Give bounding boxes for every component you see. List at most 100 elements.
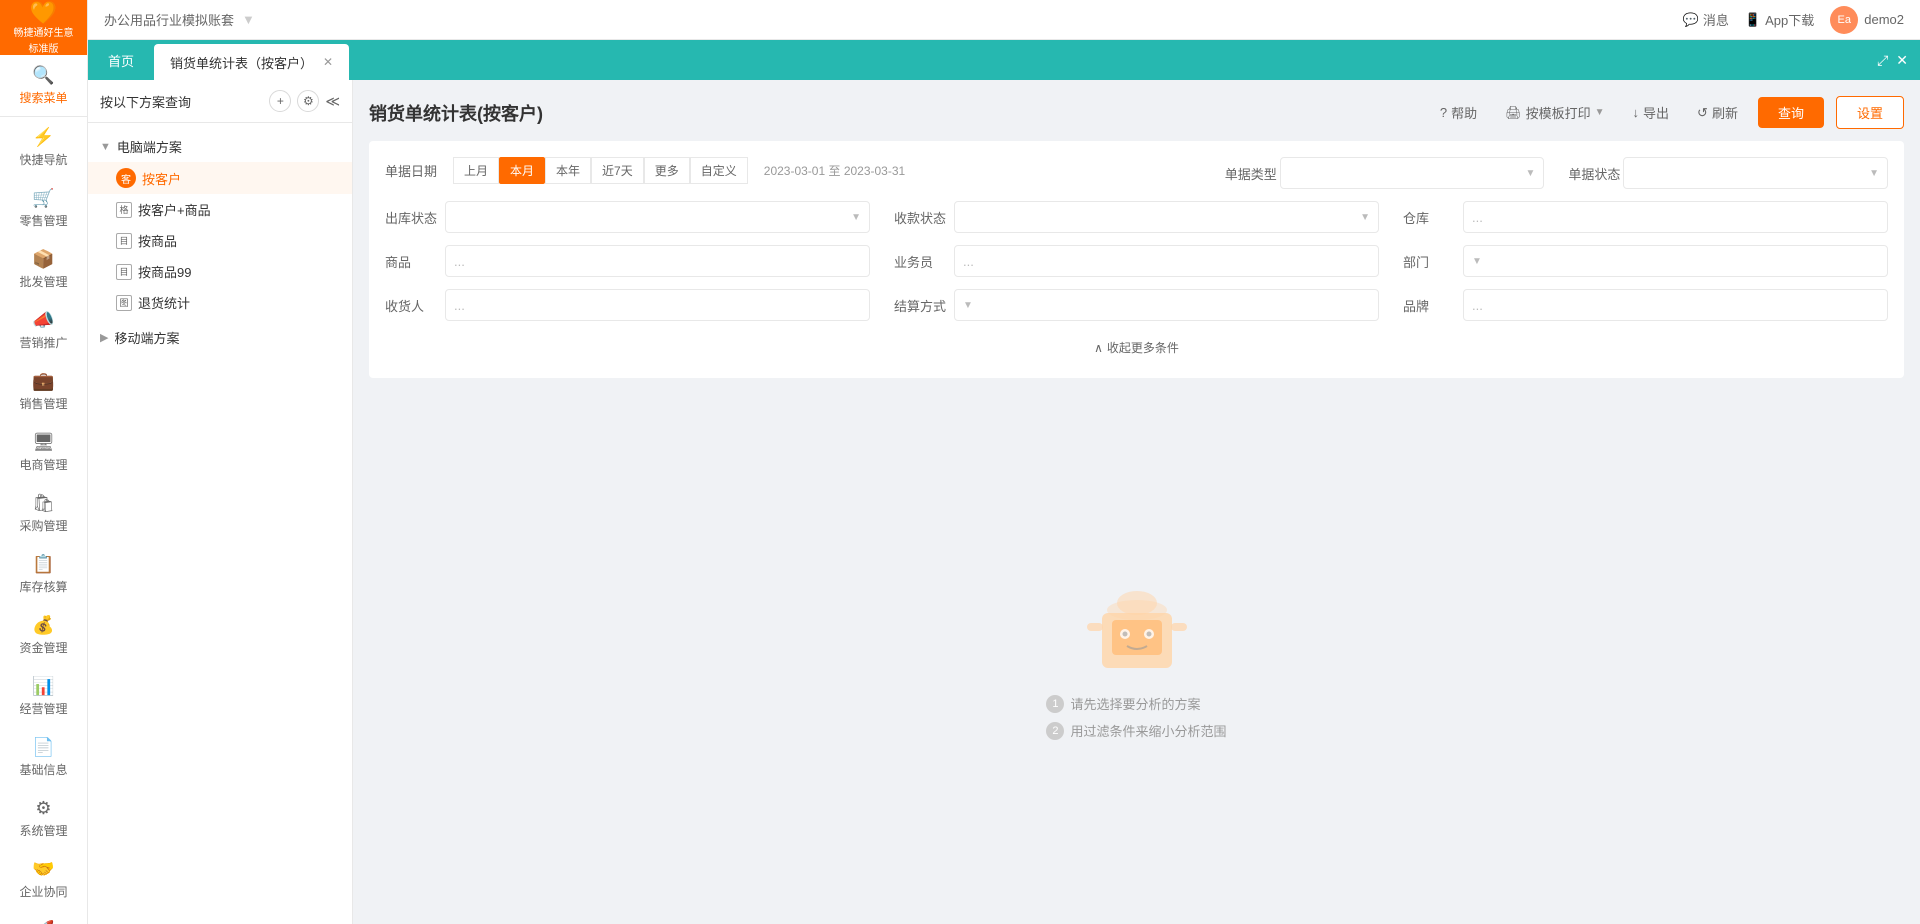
scheme-return-stat[interactable]: 图 退货统计 (88, 287, 352, 318)
quick-nav-icon: ⚡ (32, 127, 54, 148)
out-status-filter: 出库状态 ▼ (385, 201, 870, 233)
tip1-text: 请先选择要分析的方案 (1070, 694, 1200, 713)
edit-scheme-btn[interactable]: ⚙ (297, 90, 319, 112)
export-btn[interactable]: ↓ 导出 (1625, 99, 1678, 126)
empty-svg-icon (1077, 558, 1197, 678)
help-btn[interactable]: ? 帮助 (1432, 99, 1485, 126)
content-wrapper: 按以下方案查询 + ⚙ ≪ ▼ 电脑端方案 (88, 80, 1920, 924)
close-window-icon[interactable]: ✕ (1896, 52, 1908, 69)
date-btn-last-7[interactable]: 近7天 (591, 157, 644, 184)
main-area: 办公用品行业模拟账套 ▼ 💬 消息 📱 App下载 Ea demo2 首页 销货… (88, 0, 1920, 924)
empty-illustration (1077, 558, 1197, 678)
help-icon: ? (1440, 105, 1447, 120)
sidebar-item-system-mgmt[interactable]: ⚙ 系统管理 (0, 788, 88, 849)
date-selector: 上月 本月 本年 近7天 (453, 157, 748, 184)
sales-mgmt-icon: 💼 (32, 371, 54, 392)
date-btn-custom[interactable]: 自定义 (690, 157, 748, 184)
settle-filter: 结算方式 ▼ (894, 289, 1379, 321)
sidebar-item-sales-mgmt[interactable]: 💼 销售管理 (0, 361, 88, 422)
sidebar-label-ecom-mgmt: 电商管理 (19, 456, 67, 473)
tab-home-label: 首页 (108, 51, 134, 70)
date-btn-more[interactable]: 更多 (644, 157, 690, 184)
scheme-by-goods-99[interactable]: 目 按商品99 (88, 256, 352, 287)
tab-bar: 首页 销货单统计表（按客户） ✕ ⤢ ✕ (88, 40, 1920, 80)
inventory-check-icon: 📋 (32, 554, 54, 575)
tab-sales-stat[interactable]: 销货单统计表（按客户） ✕ (154, 44, 349, 80)
print-icon: 🖨 (1505, 105, 1522, 121)
message-btn[interactable]: 💬 消息 (1683, 10, 1729, 29)
status-select[interactable]: ▼ (1623, 157, 1888, 189)
empty-state: 1 请先选择要分析的方案 2 用过滤条件来缩小分析范围 (369, 390, 1904, 908)
department-select[interactable]: ▼ (1463, 245, 1888, 277)
export-icon: ↓ (1633, 105, 1640, 120)
desktop-section-header[interactable]: ▼ 电脑端方案 (88, 131, 352, 162)
collapse-left-panel-btn[interactable]: ≪ (325, 93, 340, 110)
tip1-num: 1 (1046, 695, 1064, 713)
app-download-icon: 📱 (1745, 12, 1761, 28)
ops-mgmt-icon: 📊 (32, 676, 54, 697)
template-print-label: 按模板打印 (1526, 103, 1591, 122)
brand-select[interactable]: ... (1463, 289, 1888, 321)
breadcrumb-text: 办公用品行业模拟账套 (104, 10, 234, 29)
template-print-btn[interactable]: 🖨 按模板打印 ▼ (1497, 99, 1612, 126)
user-area[interactable]: Ea demo2 (1830, 6, 1904, 34)
by-goods-icon: 目 (116, 233, 132, 249)
tab-home[interactable]: 首页 (88, 40, 154, 80)
date-btn-this-year[interactable]: 本年 (545, 157, 591, 184)
basic-info-icon: 📄 (32, 737, 54, 758)
warehouse-select[interactable]: ... (1463, 201, 1888, 233)
app-download-btn[interactable]: 📱 App下载 (1745, 10, 1814, 29)
sidebar-item-quick-nav[interactable]: ⚡ 快捷导航 (0, 117, 88, 178)
out-status-select[interactable]: ▼ (445, 201, 870, 233)
sidebar-item-marketing[interactable]: 📣 营销推广 (0, 300, 88, 361)
left-panel: 按以下方案查询 + ⚙ ≪ ▼ 电脑端方案 (88, 80, 353, 924)
refresh-btn[interactable]: ↺ 刷新 (1689, 99, 1746, 126)
tab-close-icon[interactable]: ✕ (323, 55, 333, 69)
by-customer-icon: 客 (116, 168, 136, 188)
sidebar-item-corp-agreement[interactable]: 🤝 企业协同 (0, 849, 88, 910)
empty-tips: 1 请先选择要分析的方案 2 用过滤条件来缩小分析范围 (1046, 694, 1226, 740)
type-select[interactable]: ▼ (1280, 157, 1545, 189)
settings-btn[interactable]: 设置 (1836, 96, 1904, 129)
sidebar-item-ecom-mgmt[interactable]: 🖥 电商管理 (0, 422, 88, 483)
add-scheme-btn[interactable]: + (269, 90, 291, 112)
receiver-select[interactable]: ... (445, 289, 870, 321)
sidebar-item-wholesale-mgmt[interactable]: 📦 批发管理 (0, 239, 88, 300)
sidebar-item-ops-mgmt[interactable]: 📊 经营管理 (0, 666, 88, 727)
collect-status-filter: 收款状态 ▼ (894, 201, 1379, 233)
collapse-more-btn[interactable]: ∧ 收起更多条件 (385, 333, 1888, 362)
app-subtitle: 标准版 (29, 40, 59, 55)
app-logo[interactable]: 🧡 畅捷通好生意 标准版 (0, 0, 88, 55)
top-header: 办公用品行业模拟账套 ▼ 💬 消息 📱 App下载 Ea demo2 (88, 0, 1920, 40)
collect-status-select[interactable]: ▼ (954, 201, 1379, 233)
sidebar-item-new-guide[interactable]: 🚀 新手引导 (0, 910, 88, 924)
salesperson-select[interactable]: ... (954, 245, 1379, 277)
tip2-num: 2 (1046, 722, 1064, 740)
scheme-by-goods[interactable]: 目 按商品 (88, 225, 352, 256)
date-btn-this-month[interactable]: 本月 (499, 157, 545, 184)
settle-select[interactable]: ▼ (954, 289, 1379, 321)
purchase-mgmt-icon: 🛍 (32, 493, 55, 514)
date-btn-last-month[interactable]: 上月 (453, 157, 499, 184)
sidebar-item-basic-info[interactable]: 📄 基础信息 (0, 727, 88, 788)
page-title-bar: 销货单统计表(按客户) ? 帮助 🖨 按模板打印 ▼ ↓ 导出 (369, 96, 1904, 129)
sidebar-item-retail-mgmt[interactable]: 🛒 零售管理 (0, 178, 88, 239)
sidebar-item-finance-mgmt[interactable]: 💰 资金管理 (0, 605, 88, 666)
page-title: 销货单统计表(按客户) (369, 100, 543, 126)
expand-icon: ▼ (100, 141, 111, 153)
department-label: 部门 (1403, 252, 1463, 271)
system-mgmt-icon: ⚙ (35, 798, 51, 819)
sidebar-item-purchase-mgmt[interactable]: 🛍 采购管理 (0, 483, 88, 544)
mobile-section-header[interactable]: ▶ 移动端方案 (88, 322, 352, 353)
finance-mgmt-icon: 💰 (32, 615, 54, 636)
sidebar-label-basic-info: 基础信息 (19, 761, 67, 778)
goods-select[interactable]: ... (445, 245, 870, 277)
scheme-by-customer[interactable]: 客 按客户 (88, 162, 352, 194)
sidebar-item-inventory-check[interactable]: 📋 库存核算 (0, 544, 88, 605)
scheme-by-customer-goods[interactable]: 格 按客户+商品 (88, 194, 352, 225)
sidebar-item-search-menu[interactable]: 🔍 搜索菜单 (0, 55, 88, 117)
sidebar: 🧡 畅捷通好生意 标准版 🔍 搜索菜单 ⚡ 快捷导航 🛒 零售管理 📦 批发管理… (0, 0, 88, 924)
query-btn[interactable]: 查询 (1758, 97, 1824, 128)
logo-icon: 🧡 (30, 0, 57, 26)
maximize-icon[interactable]: ⤢ (1877, 52, 1888, 69)
